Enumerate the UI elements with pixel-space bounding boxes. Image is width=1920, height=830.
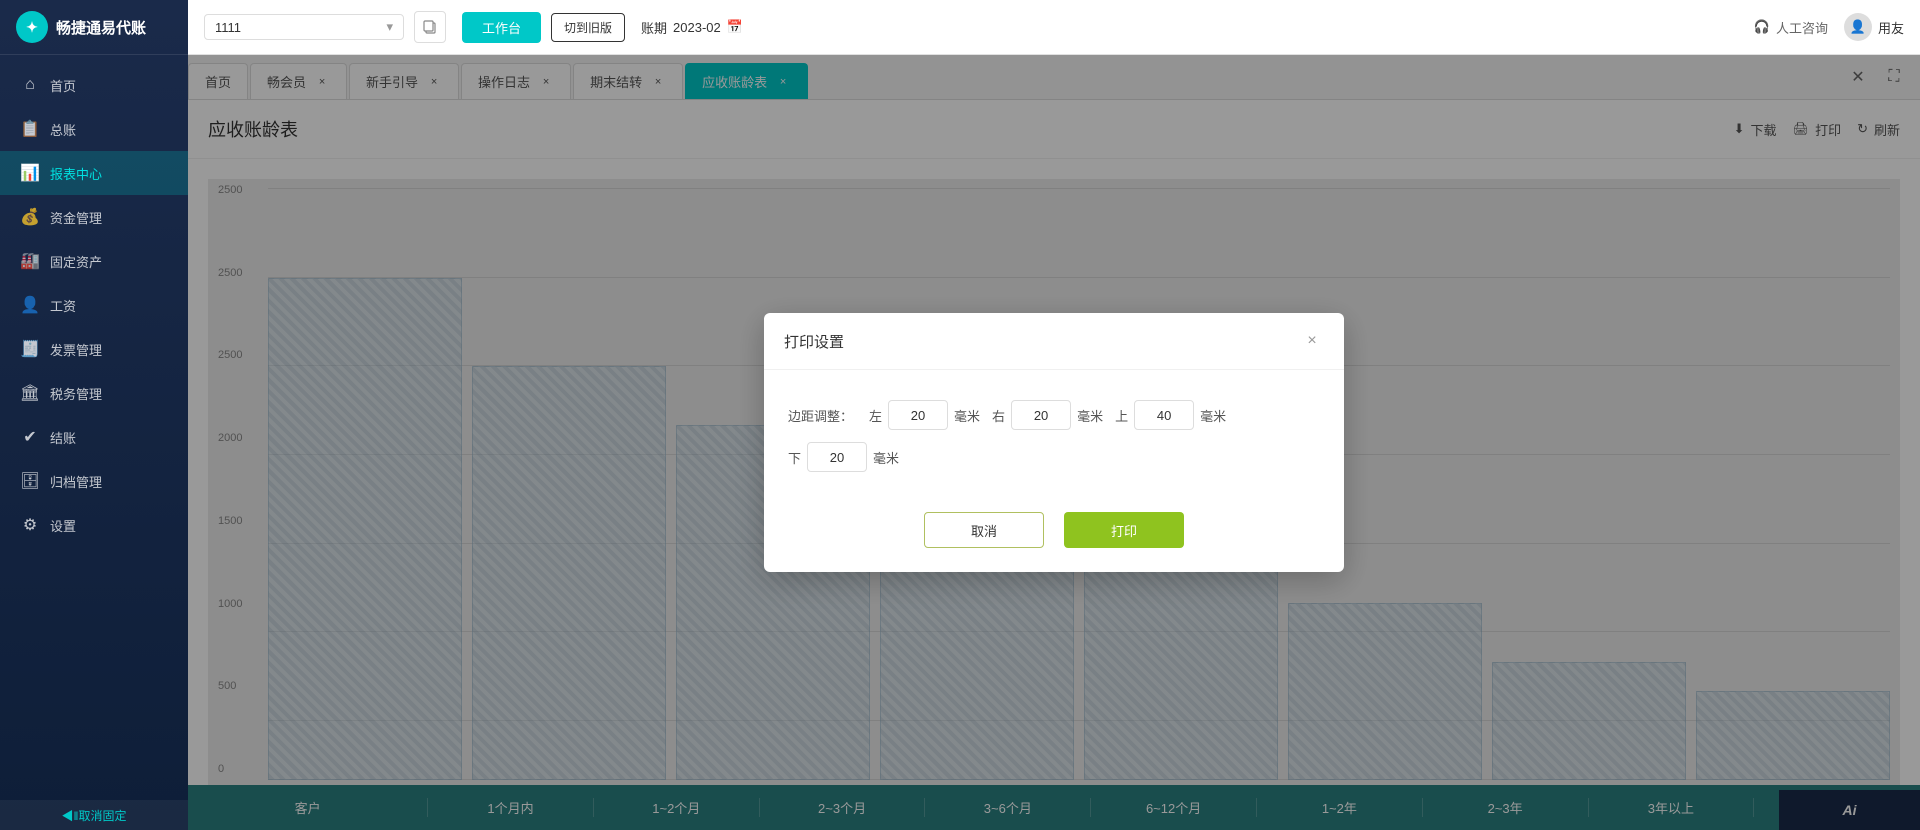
sidebar-item-funds[interactable]: 💰 资金管理 — [0, 195, 188, 239]
header-right: 🎧 人工咨询 👤 用友 — [1754, 13, 1904, 41]
workbench-button[interactable]: 工作台 — [462, 12, 541, 43]
home-icon: ⌂ — [20, 75, 40, 95]
sidebar-item-assets[interactable]: 🏭 固定资产 — [0, 239, 188, 283]
margin-left-input[interactable] — [888, 400, 948, 430]
modal-close-button[interactable]: × — [1300, 329, 1324, 353]
avatar: 👤 — [1844, 13, 1872, 41]
top-unit: 毫米 — [1200, 406, 1226, 425]
cancel-button[interactable]: 取消 — [924, 512, 1044, 548]
sidebar-item-reports[interactable]: 📊 报表中心 — [0, 151, 188, 195]
sidebar-item-payroll[interactable]: 👤 工资 — [0, 283, 188, 327]
checkout-icon: ✔ — [20, 427, 40, 447]
headset-icon: 🎧 — [1754, 19, 1770, 35]
funds-icon: 💰 — [20, 207, 40, 227]
sidebar-nav: ⌂ 首页 📋 总账 📊 报表中心 💰 资金管理 🏭 固定资产 👤 工资 🧾 发票… — [0, 55, 188, 800]
period-value: 2023-02 — [673, 20, 721, 35]
invoices-icon: 🧾 — [20, 339, 40, 359]
sidebar-collapse-btn[interactable]: ◀‖取消固定 — [0, 800, 188, 830]
copy-button[interactable] — [414, 11, 446, 43]
user-label: 用友 — [1878, 18, 1904, 37]
bottom-unit: 毫米 — [873, 448, 899, 467]
modal-overlay: 打印设置 × 边距调整： 左 毫米 右 毫米 上 毫米 — [188, 55, 1920, 830]
margin-left-group: 左 毫米 — [869, 400, 980, 430]
left-unit: 毫米 — [954, 406, 980, 425]
left-label: 左 — [869, 406, 882, 425]
ledger-icon: 📋 — [20, 119, 40, 139]
modal-footer: 取消 打印 — [764, 496, 1344, 572]
user-menu[interactable]: 👤 用友 — [1844, 13, 1904, 41]
header: 1111 ▾ 工作台 切到旧版 账期 2023-02 📅 🎧 人工咨询 👤 用友 — [188, 0, 1920, 55]
modal-header: 打印设置 × — [764, 313, 1344, 370]
bottom-label: 下 — [788, 448, 801, 467]
confirm-print-button[interactable]: 打印 — [1064, 512, 1184, 548]
copy-icon — [422, 19, 438, 35]
margin-top-group: 上 毫米 — [1115, 400, 1226, 430]
reports-icon: 📊 — [20, 163, 40, 183]
sidebar-item-ledger[interactable]: 📋 总账 — [0, 107, 188, 151]
right-label: 右 — [992, 406, 1005, 425]
logo-text: 畅捷通易代账 — [56, 17, 146, 38]
margin-row: 边距调整： 左 毫米 右 毫米 上 毫米 下 — [788, 400, 1320, 472]
sidebar-item-invoices[interactable]: 🧾 发票管理 — [0, 327, 188, 371]
modal-title: 打印设置 — [784, 331, 1300, 352]
company-selector[interactable]: 1111 ▾ — [204, 14, 404, 40]
sidebar-logo: ✦ 畅捷通易代账 — [0, 0, 188, 55]
calendar-icon[interactable]: 📅 — [727, 19, 743, 35]
print-settings-modal: 打印设置 × 边距调整： 左 毫米 右 毫米 上 毫米 — [764, 313, 1344, 572]
sidebar-item-tax[interactable]: 🏛 税务管理 — [0, 371, 188, 415]
margin-right-group: 右 毫米 — [992, 400, 1103, 430]
margin-label: 边距调整： — [788, 406, 853, 425]
assets-icon: 🏭 — [20, 251, 40, 271]
sidebar-item-settings[interactable]: ⚙ 设置 — [0, 503, 188, 547]
sidebar-item-checkout[interactable]: ✔ 结账 — [0, 415, 188, 459]
consult-label: 人工咨询 — [1776, 18, 1828, 37]
period-display: 账期 2023-02 📅 — [641, 18, 743, 37]
margin-right-input[interactable] — [1011, 400, 1071, 430]
margin-top-input[interactable] — [1134, 400, 1194, 430]
switch-version-button[interactable]: 切到旧版 — [551, 13, 625, 42]
top-label: 上 — [1115, 406, 1128, 425]
settings-icon: ⚙ — [20, 515, 40, 535]
tax-icon: 🏛 — [20, 383, 40, 403]
period-label: 账期 — [641, 18, 667, 37]
sidebar: ✦ 畅捷通易代账 ⌂ 首页 📋 总账 📊 报表中心 💰 资金管理 🏭 固定资产 … — [0, 0, 188, 830]
chevron-down-icon: ▾ — [386, 19, 393, 35]
consult-button[interactable]: 🎧 人工咨询 — [1754, 18, 1828, 37]
right-unit: 毫米 — [1077, 406, 1103, 425]
margin-bottom-input[interactable] — [807, 442, 867, 472]
company-name: 1111 — [215, 20, 378, 35]
margin-bottom-group: 下 毫米 — [788, 442, 899, 472]
sidebar-item-archive[interactable]: 🗄 归档管理 — [0, 459, 188, 503]
sidebar-item-home[interactable]: ⌂ 首页 — [0, 63, 188, 107]
collapse-label: ◀‖取消固定 — [62, 807, 127, 824]
payroll-icon: 👤 — [20, 295, 40, 315]
archive-icon: 🗄 — [20, 471, 40, 491]
logo-icon: ✦ — [16, 11, 48, 43]
modal-body: 边距调整： 左 毫米 右 毫米 上 毫米 下 — [764, 370, 1344, 496]
